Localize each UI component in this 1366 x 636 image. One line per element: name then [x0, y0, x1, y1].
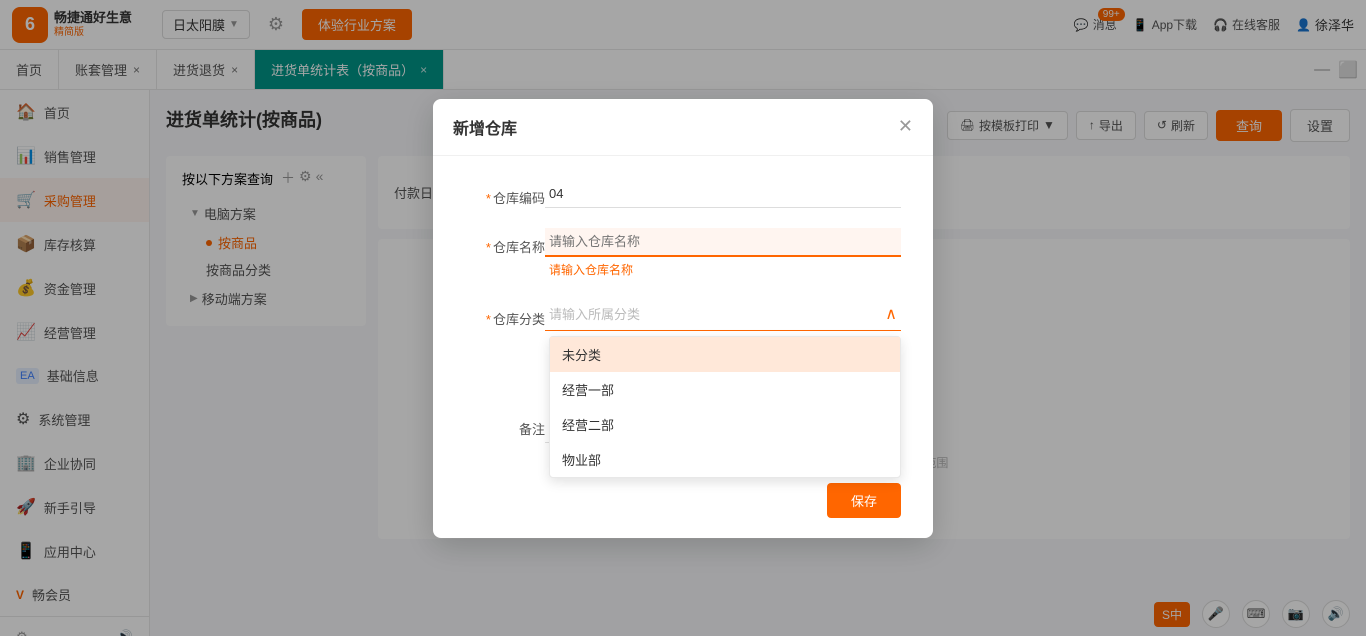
name-error-msg: 请输入仓库名称	[549, 261, 633, 278]
form-row-code: *仓库编码	[465, 180, 901, 208]
form-row-category: *仓库分类 请输入所属分类 ∧ 未分类 经营一部 经营二部 物业部	[465, 298, 901, 331]
dropdown-item-none[interactable]: 未分类	[550, 337, 900, 372]
code-input[interactable]	[545, 180, 901, 208]
add-warehouse-modal: 新增仓库 ✕ *仓库编码 *仓库名称 请输入仓库名称	[433, 99, 933, 538]
dropdown-item-dept3[interactable]: 物业部	[550, 442, 900, 477]
category-arrow-icon: ∧	[885, 304, 897, 324]
modal-close-icon[interactable]: ✕	[898, 116, 913, 137]
form-row-name: *仓库名称 请输入仓库名称	[465, 228, 901, 278]
category-dropdown: 未分类 经营一部 经营二部 物业部	[549, 336, 901, 478]
name-input[interactable]	[545, 228, 901, 257]
modal-title: 新增仓库	[453, 115, 517, 139]
category-label: *仓库分类	[465, 301, 545, 328]
note-label: 备注	[465, 411, 545, 438]
dropdown-item-dept2[interactable]: 经营二部	[550, 407, 900, 442]
name-label: *仓库名称	[465, 229, 545, 256]
category-select[interactable]: 请输入所属分类 ∧	[545, 298, 901, 331]
save-button[interactable]: 保存	[827, 483, 901, 518]
code-label: *仓库编码	[465, 180, 545, 207]
dropdown-item-dept1[interactable]: 经营一部	[550, 372, 900, 407]
modal-body: *仓库编码 *仓库名称 请输入仓库名称	[433, 156, 933, 483]
modal-header: 新增仓库 ✕	[433, 99, 933, 156]
modal-overlay: 新增仓库 ✕ *仓库编码 *仓库名称 请输入仓库名称	[0, 0, 1366, 636]
modal-footer: 保存	[433, 483, 933, 538]
category-placeholder: 请输入所属分类	[549, 304, 640, 323]
